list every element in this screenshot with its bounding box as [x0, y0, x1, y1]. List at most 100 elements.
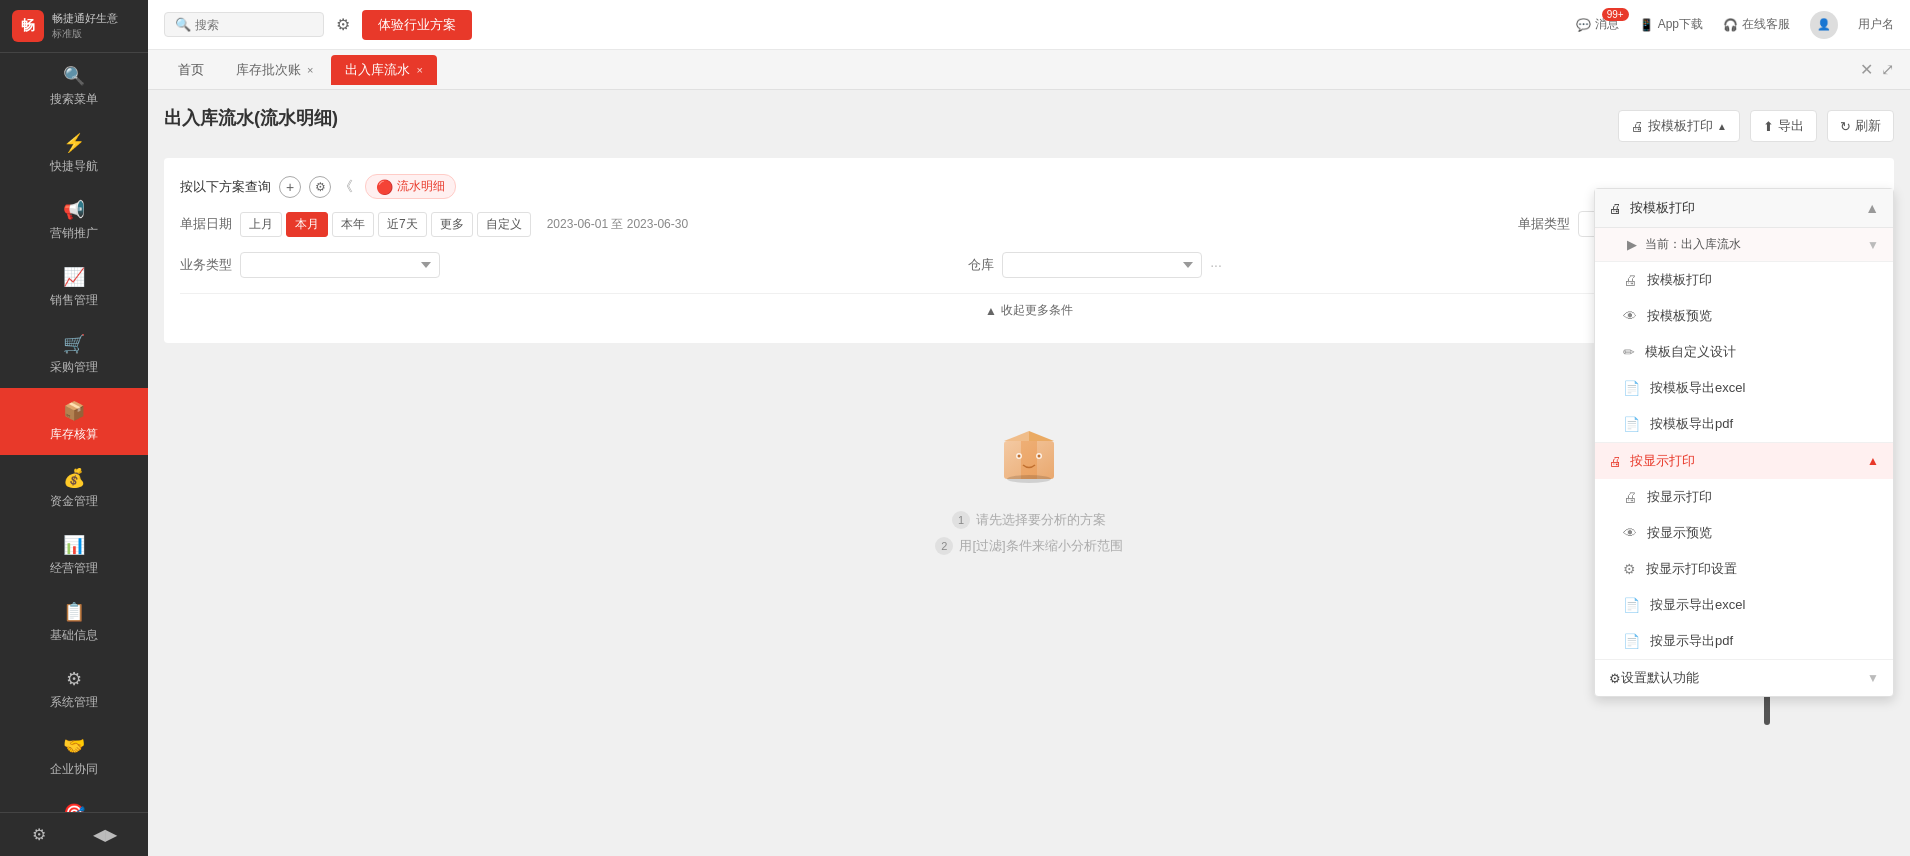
refresh-btn[interactable]: ↻ 刷新 [1827, 110, 1894, 142]
warehouse-select[interactable] [1002, 252, 1202, 278]
sidebar-label-collab: 企业协同 [50, 761, 98, 778]
filter-add-button[interactable]: + [279, 176, 301, 198]
svg-marker-2 [1029, 431, 1054, 441]
sidebar-label-inventory: 库存核算 [50, 426, 98, 443]
username-label[interactable]: 用户名 [1858, 16, 1894, 33]
sidebar-icon-guide: 🎯 [63, 802, 85, 812]
sidebar-label-finance: 资金管理 [50, 493, 98, 510]
date-7days[interactable]: 近7天 [378, 212, 427, 237]
industry-btn[interactable]: 体验行业方案 [362, 10, 472, 40]
avatar-img: 👤 [1817, 18, 1831, 31]
logo-sub: 标准版 [52, 27, 118, 41]
tabs-bar: 首页 库存批次账 × 出入库流水 × ✕ ⤢ [148, 50, 1910, 90]
date-custom[interactable]: 自定义 [477, 212, 531, 237]
display-export-pdf-item[interactable]: 📄 按显示导出pdf [1595, 623, 1893, 659]
sidebar-label-search: 搜索菜单 [50, 91, 98, 108]
sidebar-icon-sales: 📈 [63, 266, 85, 288]
tab-flow-close[interactable]: × [416, 64, 422, 76]
sidebar-icon-finance: 💰 [63, 467, 85, 489]
message-button[interactable]: 💬 消息 99+ [1576, 16, 1619, 33]
svg-point-8 [1007, 475, 1051, 483]
print-template-btn[interactable]: 🖨 按模板打印 ▲ [1618, 110, 1740, 142]
template-print-item[interactable]: 🖨 按模板打印 [1595, 262, 1893, 298]
display-export-excel-item[interactable]: 📄 按显示导出excel [1595, 587, 1893, 623]
date-this-year[interactable]: 本年 [332, 212, 374, 237]
main-content: 🔍 ⚙ 体验行业方案 💬 消息 99+ 📱 App下载 🎧 在线客服 [148, 0, 1910, 856]
sidebar-icon-quicknav: ⚡ [63, 132, 85, 154]
sidebar-item-search[interactable]: 🔍 搜索菜单 [0, 53, 148, 120]
display-print-icon: 🖨 [1623, 489, 1637, 505]
sidebar-item-guide[interactable]: 🎯 新手引导 [0, 790, 148, 812]
sidebar-item-operations[interactable]: 📊 经营管理 [0, 522, 148, 589]
template-export-excel-item[interactable]: 📄 按模板导出excel [1595, 370, 1893, 406]
tab-batch-close[interactable]: × [307, 64, 313, 76]
dropdown-footer-settings[interactable]: ⚙ 设置默认功能 ▼ [1595, 659, 1893, 696]
business-type-label: 业务类型 [180, 256, 232, 274]
template-items: 🖨 按模板打印 👁 按模板预览 ✏ 模板自定义设计 📄 按模板导出excel [1595, 262, 1893, 442]
date-this-month[interactable]: 本月 [286, 212, 328, 237]
sidebar-item-collab[interactable]: 🤝 企业协同 [0, 723, 148, 790]
display-excel-icon: 📄 [1623, 597, 1640, 613]
search-input[interactable] [195, 18, 295, 32]
template-export-pdf-item[interactable]: 📄 按模板导出pdf [1595, 406, 1893, 442]
user-avatar[interactable]: 👤 [1810, 11, 1838, 39]
business-type-select[interactable] [240, 252, 440, 278]
sidebar-item-purchase[interactable]: 🛒 采购管理 [0, 321, 148, 388]
sidebar-item-finance[interactable]: 💰 资金管理 [0, 455, 148, 522]
current-toggle-icon[interactable]: ▼ [1867, 238, 1879, 252]
online-service-button[interactable]: 🎧 在线客服 [1723, 16, 1790, 33]
tab-batch[interactable]: 库存批次账 × [222, 55, 327, 85]
warehouse-label: 仓库 [968, 256, 994, 274]
page-content: 出入库流水(流水明细) 🖨 按模板打印 ▲ ⬆ 导出 ↻ 刷新 [148, 90, 1910, 856]
sidebar-item-marketing[interactable]: 📢 营销推广 [0, 187, 148, 254]
toggle-sidebar-icon[interactable]: ◀▶ [93, 825, 117, 844]
date-more[interactable]: 更多 [431, 212, 473, 237]
tab-flow[interactable]: 出入库流水 × [331, 55, 436, 85]
topbar-right: 💬 消息 99+ 📱 App下载 🎧 在线客服 👤 用户名 [1576, 11, 1894, 39]
display-print-item[interactable]: 🖨 按显示打印 [1595, 479, 1893, 515]
tab-home[interactable]: 首页 [164, 55, 218, 85]
template-preview-item[interactable]: 👁 按模板预览 [1595, 298, 1893, 334]
template-custom-item[interactable]: ✏ 模板自定义设计 [1595, 334, 1893, 370]
app-download-button[interactable]: 📱 App下载 [1639, 16, 1703, 33]
template-pdf-icon: 📄 [1623, 416, 1640, 432]
message-badge: 99+ [1602, 8, 1629, 21]
display-section-header[interactable]: 🖨 按显示打印 ▲ [1595, 443, 1893, 479]
current-item-row: ▶ 当前：出入库流水 ▼ [1595, 228, 1893, 262]
display-section-toggle[interactable]: ▲ [1867, 454, 1879, 468]
settings-bottom-icon[interactable]: ⚙ [32, 825, 46, 844]
warehouse-more-icon[interactable]: ··· [1210, 257, 1222, 273]
gear-icon[interactable]: ⚙ [336, 15, 350, 34]
sidebar-item-quicknav[interactable]: ⚡ 快捷导航 [0, 120, 148, 187]
empty-hint-2: 2 用[过滤]条件来缩小分析范围 [935, 537, 1122, 555]
template-print-icon: 🖨 [1623, 272, 1637, 288]
dropdown-collapse-btn[interactable]: ▲ [1865, 200, 1879, 216]
message-icon: 💬 [1576, 18, 1591, 32]
printer-header-icon: 🖨 [1609, 201, 1622, 216]
expand-tab-icon[interactable]: ⤢ [1881, 60, 1894, 79]
display-preview-item[interactable]: 👁 按显示预览 [1595, 515, 1893, 551]
print-dropdown-panel: 🖨 按模板打印 ▲ ▶ 当前：出入库流水 ▼ 🖨 按模板打印 [1594, 188, 1894, 697]
svg-marker-1 [1004, 431, 1029, 441]
sidebar-label-marketing: 营销推广 [50, 225, 98, 242]
display-settings-item[interactable]: ⚙ 按显示打印设置 [1595, 551, 1893, 587]
logo-text: 畅捷通好生意 [52, 11, 118, 26]
filter-tag[interactable]: 🔴 流水明细 [365, 174, 456, 199]
export-btn[interactable]: ⬆ 导出 [1750, 110, 1817, 142]
template-preview-icon: 👁 [1623, 308, 1637, 324]
topbar-search-box[interactable]: 🔍 [164, 12, 324, 37]
sidebar-item-system[interactable]: ⚙ 系统管理 [0, 656, 148, 723]
filter-collapse-icon[interactable]: 《 [339, 178, 353, 196]
date-field: 单据日期 上月 本月 本年 近7天 更多 自定义 2023-06-01 至 20… [180, 212, 688, 237]
svg-rect-3 [1021, 441, 1037, 479]
sidebar-item-sales[interactable]: 📈 销售管理 [0, 254, 148, 321]
date-last-month[interactable]: 上月 [240, 212, 282, 237]
sidebar-item-basic[interactable]: 📋 基础信息 [0, 589, 148, 656]
filter-settings-button[interactable]: ⚙ [309, 176, 331, 198]
close-tab-icon[interactable]: ✕ [1860, 60, 1873, 79]
sidebar-icon-basic: 📋 [63, 601, 85, 623]
sidebar-item-inventory[interactable]: 📦 库存核算 [0, 388, 148, 455]
sidebar-menu: 🔍 搜索菜单 ⚡ 快捷导航 📢 营销推广 📈 销售管理 🛒 采购管理 📦 库存核… [0, 53, 148, 812]
current-arrow-icon: ▶ [1627, 237, 1637, 252]
logo-icon: 畅 [12, 10, 44, 42]
